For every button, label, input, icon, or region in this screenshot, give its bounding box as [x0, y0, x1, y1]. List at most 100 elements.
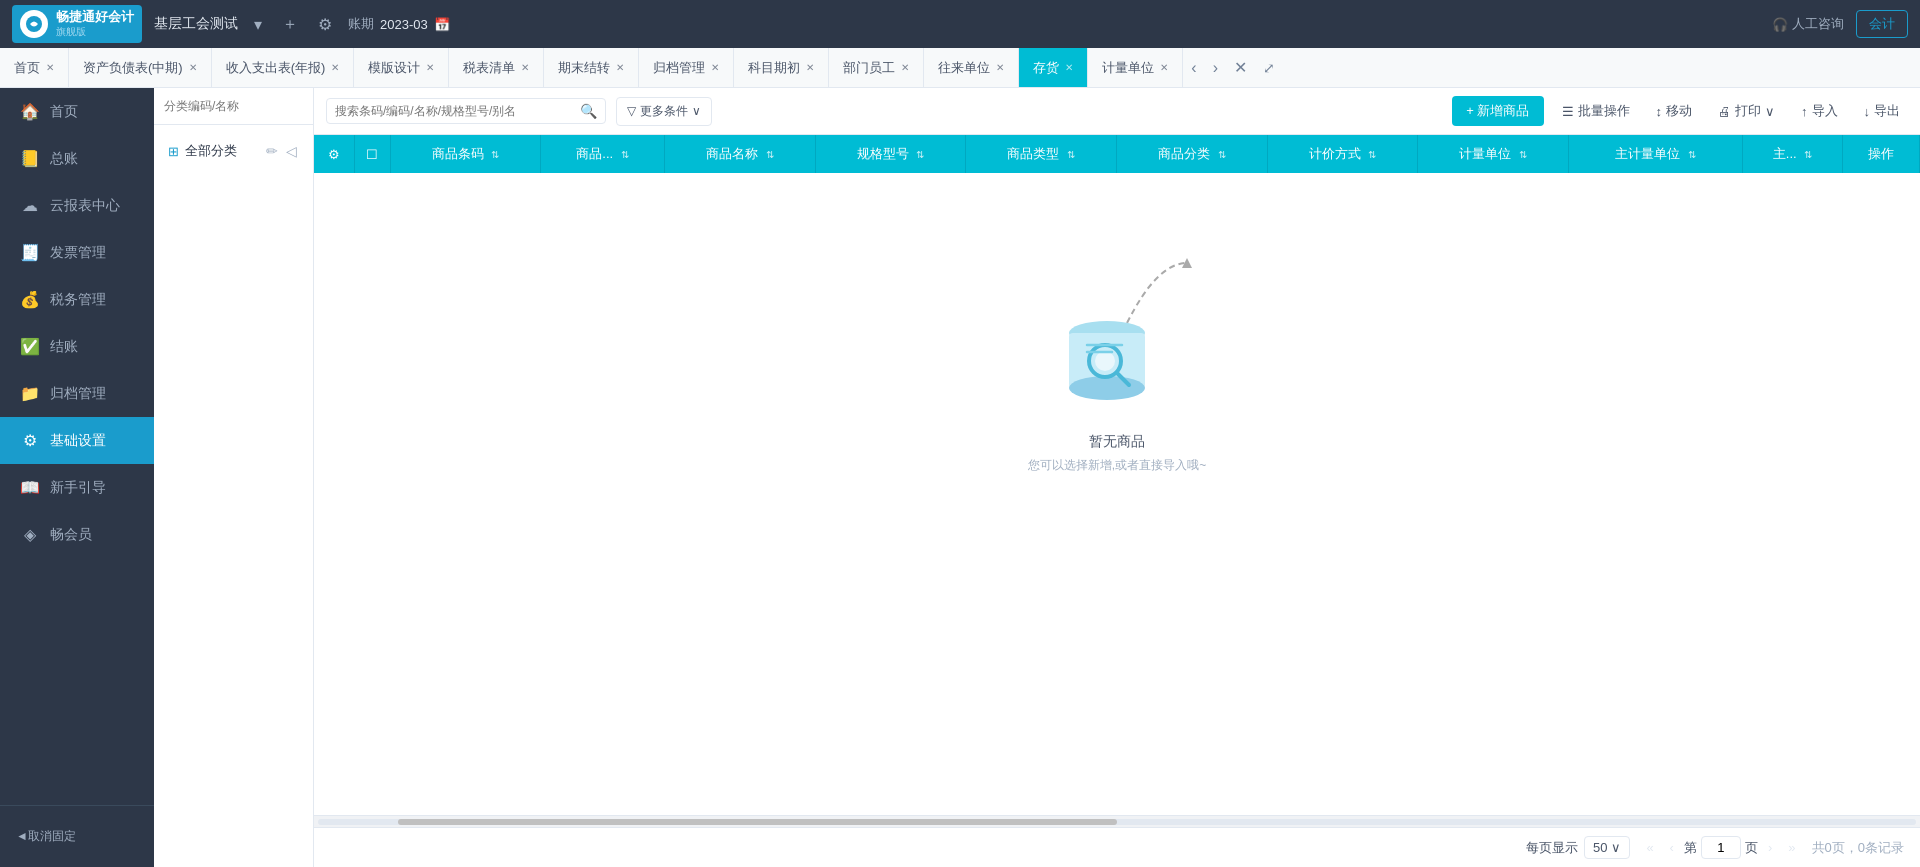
table-footer: 每页显示 50 ∨ « ‹ 第 页 › » 共0页，0条记录: [314, 827, 1920, 867]
sort-main-unit-icon[interactable]: ⇅: [1688, 149, 1696, 160]
tab-close-balance[interactable]: ✕: [189, 62, 197, 73]
tab-prev-button[interactable]: ‹: [1183, 48, 1204, 87]
tree-action-icons: ✏ ◁: [264, 141, 299, 161]
last-page-button[interactable]: »: [1782, 837, 1801, 858]
filter-button[interactable]: ▽ 更多条件 ∨: [616, 97, 712, 126]
sort-spec-icon[interactable]: ⇅: [916, 149, 924, 160]
tab-department[interactable]: 部门员工 ✕: [829, 48, 924, 87]
tab-close-period-end[interactable]: ✕: [616, 62, 624, 73]
sort-barcode-icon[interactable]: ⇅: [491, 149, 499, 160]
page-size-select: 每页显示 50 ∨: [1526, 836, 1630, 859]
headset-icon: 🎧: [1772, 17, 1788, 32]
export-button[interactable]: ↓ 导出: [1856, 98, 1909, 124]
print-button[interactable]: 🖨 打印 ∨: [1710, 98, 1783, 124]
th-price-method: 计价方式 ⇅: [1267, 135, 1418, 173]
tab-subject-init[interactable]: 科目期初 ✕: [734, 48, 829, 87]
tab-close-dept[interactable]: ✕: [901, 62, 909, 73]
tab-template[interactable]: 模版设计 ✕: [354, 48, 449, 87]
th-category: 商品分类 ⇅: [1116, 135, 1267, 173]
main-layout: 🏠 首页 📒 总账 ☁ 云报表中心 🧾 发票管理 💰 税务管理 ✅ 结账 📁 归…: [0, 88, 1920, 867]
import-button[interactable]: ↑ 导入: [1793, 98, 1846, 124]
sidebar-item-checkout[interactable]: ✅ 结账: [0, 323, 154, 370]
tab-archive[interactable]: 归档管理 ✕: [639, 48, 734, 87]
th-main-unit: 主计量单位 ⇅: [1569, 135, 1743, 173]
tab-close-subject[interactable]: ✕: [806, 62, 814, 73]
collapse-category-icon[interactable]: ◁: [284, 141, 299, 161]
tab-income[interactable]: 收入支出表(年报) ✕: [212, 48, 355, 87]
tab-close-template[interactable]: ✕: [426, 62, 434, 73]
tab-inventory[interactable]: 存货 ✕: [1019, 48, 1088, 87]
all-categories-item[interactable]: ⊞ 全部分类 ✏ ◁: [162, 133, 305, 169]
move-icon: ↕: [1656, 104, 1663, 119]
move-button[interactable]: ↕ 移动: [1648, 98, 1701, 124]
company-name[interactable]: 基层工会测试: [154, 15, 238, 33]
batch-action-button[interactable]: ☰ 批量操作: [1554, 98, 1638, 124]
account-button[interactable]: 会计: [1856, 10, 1908, 38]
page-number-input[interactable]: [1701, 836, 1741, 859]
sidebar-item-basic-settings[interactable]: ⚙ 基础设置: [0, 417, 154, 464]
dropdown-icon[interactable]: ▾: [250, 11, 266, 38]
th-code: 商品... ⇅: [541, 135, 665, 173]
tab-period-end[interactable]: 期末结转 ✕: [544, 48, 639, 87]
sort-price-icon[interactable]: ⇅: [1368, 149, 1376, 160]
sort-extra-icon[interactable]: ⇅: [1804, 149, 1812, 160]
tab-close-income[interactable]: ✕: [331, 62, 339, 73]
add-product-button[interactable]: + 新增商品: [1452, 96, 1543, 126]
scroll-thumb: [398, 819, 1117, 825]
tab-close-archive[interactable]: ✕: [711, 62, 719, 73]
product-search-icon[interactable]: 🔍: [580, 103, 597, 119]
tab-contacts[interactable]: 往来单位 ✕: [924, 48, 1019, 87]
tab-tax-list[interactable]: 税表清单 ✕: [449, 48, 544, 87]
category-search-input[interactable]: [164, 99, 314, 113]
toolbar: 🔍 ▽ 更多条件 ∨ + 新增商品 ☰ 批量操作 ↕ 移动 🖨: [314, 88, 1920, 135]
edit-category-icon[interactable]: ✏: [264, 141, 280, 161]
tab-close-homepage[interactable]: ✕: [46, 62, 54, 73]
sidebar-item-cloud-report[interactable]: ☁ 云报表中心: [0, 182, 154, 229]
product-search-input[interactable]: [335, 104, 580, 118]
sidebar-item-archive[interactable]: 📁 归档管理: [0, 370, 154, 417]
tab-homepage[interactable]: 首页 ✕: [0, 48, 69, 87]
member-icon: ◈: [20, 525, 40, 544]
sidebar-item-member[interactable]: ◈ 畅会员: [0, 511, 154, 558]
service-button[interactable]: 🎧 人工咨询: [1772, 15, 1844, 33]
sidebar-item-invoice[interactable]: 🧾 发票管理: [0, 229, 154, 276]
scroll-icon-svg: [1057, 313, 1157, 413]
tab-close-contacts[interactable]: ✕: [996, 62, 1004, 73]
tab-close-unit[interactable]: ✕: [1160, 62, 1168, 73]
sort-type-icon[interactable]: ⇅: [1067, 149, 1075, 160]
next-page-button[interactable]: ›: [1762, 837, 1778, 858]
th-extra: 主... ⇅: [1742, 135, 1843, 173]
sort-category-icon[interactable]: ⇅: [1218, 149, 1226, 160]
th-barcode: 商品条码 ⇅: [390, 135, 541, 173]
calendar-icon[interactable]: 📅: [434, 17, 450, 32]
page-size-chevron-icon: ∨: [1611, 840, 1621, 855]
cancel-fixed-button[interactable]: ◄取消固定: [0, 818, 154, 855]
tab-close-inventory[interactable]: ✕: [1065, 62, 1073, 73]
page-size-dropdown[interactable]: 50 ∨: [1584, 836, 1630, 859]
first-page-button[interactable]: «: [1640, 837, 1659, 858]
th-spec: 规格型号 ⇅: [815, 135, 966, 173]
sidebar-item-ledger[interactable]: 📒 总账: [0, 135, 154, 182]
sort-name-icon[interactable]: ⇅: [766, 149, 774, 160]
tab-close-tax-list[interactable]: ✕: [521, 62, 529, 73]
grid-icon: ⊞: [168, 144, 179, 159]
sidebar-item-home[interactable]: 🏠 首页: [0, 88, 154, 135]
settings-icon[interactable]: ⚙: [314, 11, 336, 38]
sort-code-icon[interactable]: ⇅: [621, 149, 629, 160]
horizontal-scrollbar[interactable]: [314, 815, 1920, 827]
pagination: « ‹ 第 页 › »: [1640, 836, 1801, 859]
add-tab-icon[interactable]: ＋: [278, 10, 302, 39]
sidebar-item-tax[interactable]: 💰 税务管理: [0, 276, 154, 323]
tab-balance[interactable]: 资产负债表(中期) ✕: [69, 48, 212, 87]
tab-unit[interactable]: 计量单位 ✕: [1088, 48, 1183, 87]
tab-close-all-button[interactable]: ✕: [1226, 58, 1255, 77]
prev-page-button[interactable]: ‹: [1664, 837, 1680, 858]
tab-expand-button[interactable]: ⤢: [1255, 60, 1283, 76]
sidebar-item-guide[interactable]: 📖 新手引导: [0, 464, 154, 511]
sort-unit-icon[interactable]: ⇅: [1519, 149, 1527, 160]
checkout-icon: ✅: [20, 337, 40, 356]
tab-next-button[interactable]: ›: [1205, 48, 1226, 87]
th-checkbox[interactable]: ☐: [354, 135, 390, 173]
svg-point-4: [1069, 376, 1145, 400]
th-settings[interactable]: ⚙: [314, 135, 354, 173]
